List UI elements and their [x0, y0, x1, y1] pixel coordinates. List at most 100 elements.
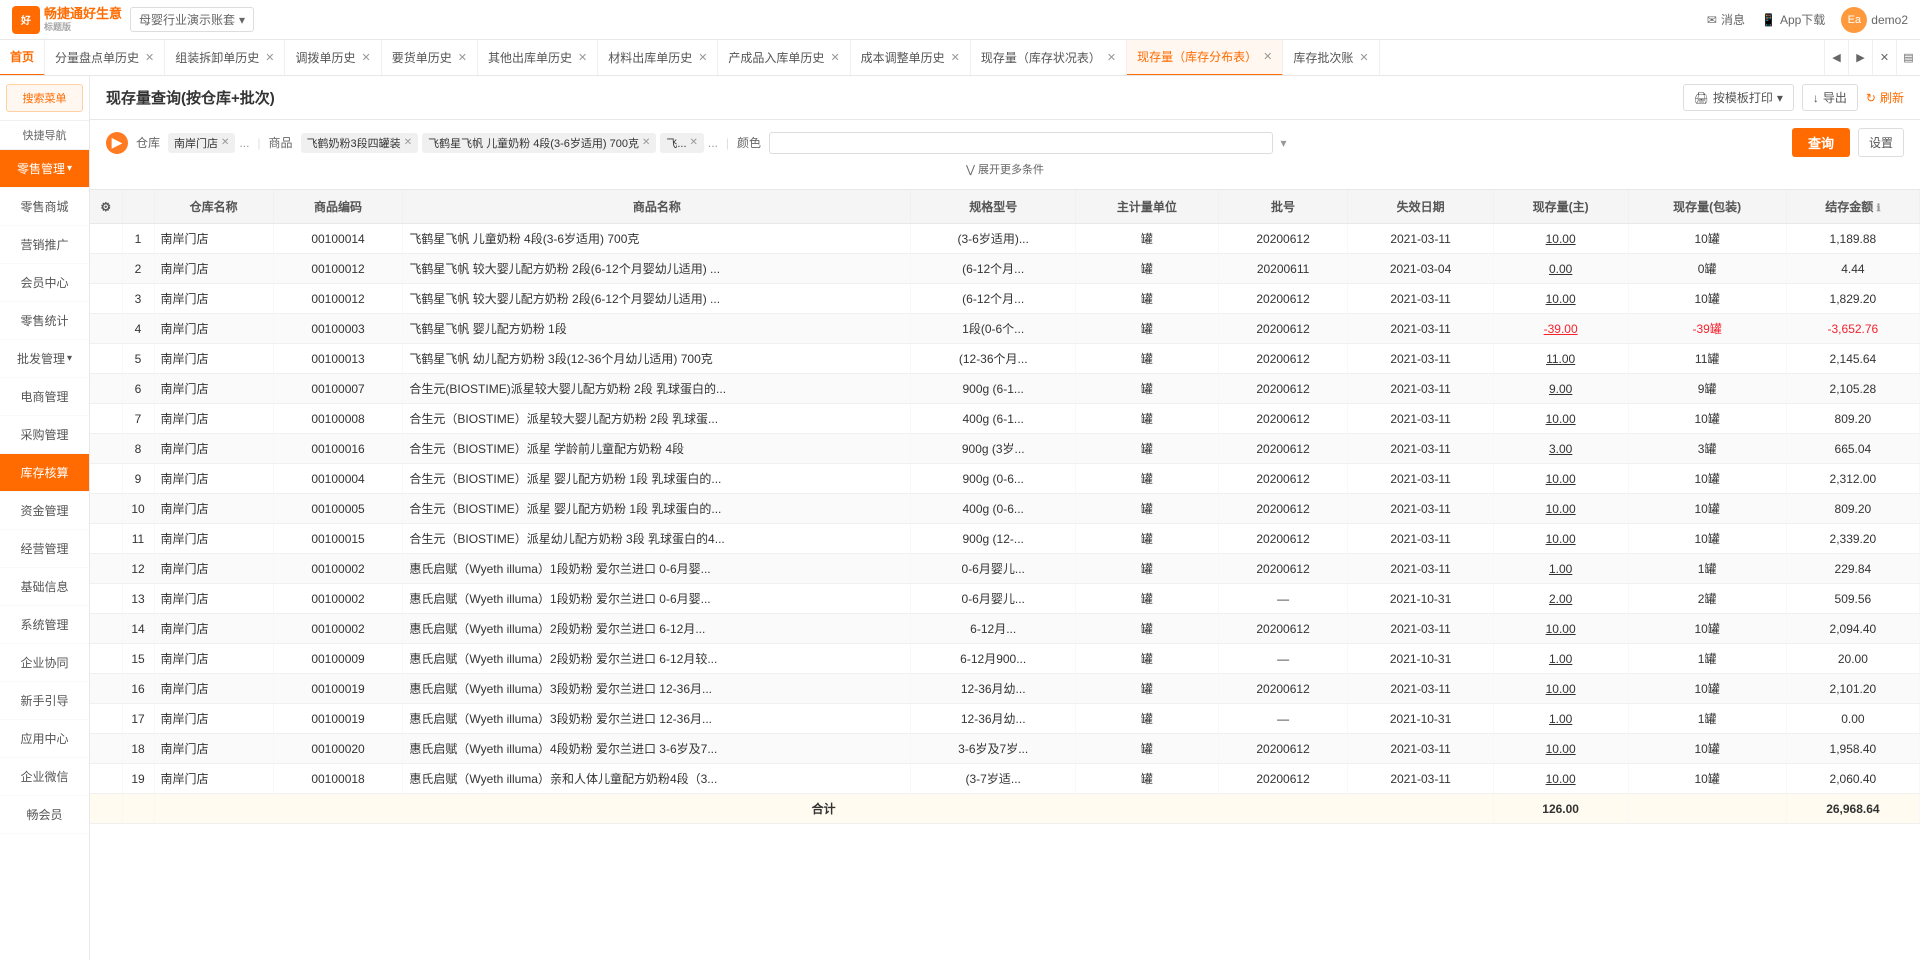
- close-icon[interactable]: ✕: [265, 51, 274, 64]
- chevron-down-icon: ▾: [239, 13, 245, 27]
- search-menu-button[interactable]: 搜索菜单: [6, 84, 83, 112]
- close-icon[interactable]: ✕: [951, 51, 960, 64]
- tab-qitachuku[interactable]: 其他出库单历史 ✕: [478, 40, 598, 76]
- sidebar-item-wholesale-mgmt[interactable]: 批发管理 ▾: [0, 340, 89, 378]
- sidebar-item-marketing[interactable]: 营销推广: [0, 226, 89, 264]
- refresh-button[interactable]: ↻ 刷新: [1866, 89, 1904, 106]
- filter-expand-button[interactable]: ▶: [106, 132, 128, 154]
- td-warehouse: 南岸门店: [154, 284, 273, 314]
- th-name: 商品名称: [403, 190, 911, 224]
- td-qty-main[interactable]: -39.00: [1493, 314, 1628, 344]
- quick-nav-button[interactable]: 快捷导航: [0, 121, 89, 150]
- tab-tiaobo[interactable]: 调拨单历史 ✕: [285, 40, 381, 76]
- sidebar-item-member-center[interactable]: 会员中心: [0, 264, 89, 302]
- td-name: 合生元（BIOSTIME）派星幼儿配方奶粉 3段 乳球蛋白的4...: [403, 524, 911, 554]
- app-download-button[interactable]: 📱 App下载: [1761, 11, 1825, 28]
- sidebar-item-inventory-audit[interactable]: 库存核算: [0, 454, 89, 492]
- table-row: 12 南岸门店 00100002 惠氏启赋（Wyeth illuma）1段奶粉 …: [90, 554, 1920, 584]
- table-row: 15 南岸门店 00100009 惠氏启赋（Wyeth illuma）2段奶粉 …: [90, 644, 1920, 674]
- settings-button[interactable]: 设置: [1858, 128, 1904, 157]
- table-row: 19 南岸门店 00100018 惠氏启赋（Wyeth illuma）亲和人体儿…: [90, 764, 1920, 794]
- td-qty-main: 1.00: [1493, 644, 1628, 674]
- sidebar-item-retail-shop[interactable]: 零售商城: [0, 188, 89, 226]
- tab-kucunpicizh[interactable]: 库存批次账 ✕: [1283, 40, 1379, 76]
- tab-fenliangpandian[interactable]: 分量盘点单历史 ✕: [45, 40, 165, 76]
- td-warehouse: 南岸门店: [154, 614, 273, 644]
- tab-close-arrow[interactable]: ✕: [1872, 40, 1896, 76]
- sidebar-item-system-mgmt[interactable]: 系统管理: [0, 606, 89, 644]
- td-spec: (3-7岁适...: [911, 764, 1076, 794]
- tab-cailiaochuku[interactable]: 材料出库单历史 ✕: [598, 40, 718, 76]
- tab-menu-arrow[interactable]: ▤: [1896, 40, 1920, 76]
- tab-next-arrow[interactable]: ▶: [1848, 40, 1872, 76]
- td-expiry: 2021-03-11: [1348, 494, 1493, 524]
- sidebar-item-newcomer-guide[interactable]: 新手引导: [0, 682, 89, 720]
- td-name: 飞鹤星飞帆 较大婴儿配方奶粉 2段(6-12个月婴幼儿适用) ...: [403, 254, 911, 284]
- tab-prev-arrow[interactable]: ◀: [1824, 40, 1848, 76]
- export-button[interactable]: ↓ 导出: [1802, 84, 1858, 111]
- warehouse-filter-label: 仓库: [136, 134, 160, 151]
- printer-icon: 🖨: [1694, 91, 1709, 105]
- tag-close-icon[interactable]: ✕: [404, 137, 412, 148]
- tab-zuzhangchaiqian[interactable]: 组装拆卸单历史 ✕: [165, 40, 285, 76]
- close-icon[interactable]: ✕: [1263, 50, 1272, 63]
- color-dropdown-arrow[interactable]: ▾: [1281, 136, 1287, 150]
- td-name: 惠氏启赋（Wyeth illuma）2段奶粉 爱尔兰进口 6-12月...: [403, 614, 911, 644]
- total-qty-main: 126.00: [1493, 794, 1628, 824]
- td-qty-pkg: 1罐: [1628, 644, 1786, 674]
- tab-chenbengtiaozhendan[interactable]: 成本调整单历史 ✕: [851, 40, 971, 76]
- td-warehouse: 南岸门店: [154, 764, 273, 794]
- td-warehouse: 南岸门店: [154, 554, 273, 584]
- close-icon[interactable]: ✕: [698, 51, 707, 64]
- close-icon[interactable]: ✕: [362, 51, 371, 64]
- goods-more-icon[interactable]: ...: [708, 136, 718, 150]
- sidebar-item-retail-mgmt[interactable]: 零售管理 ▾: [0, 150, 89, 188]
- sidebar-item-business-mgmt[interactable]: 经营管理: [0, 530, 89, 568]
- print-button[interactable]: 🖨 按模板打印 ▾: [1683, 84, 1794, 111]
- tab-home[interactable]: 首页: [0, 40, 45, 76]
- th-warehouse: 仓库名称: [154, 190, 273, 224]
- sidebar-item-enterprise-collab[interactable]: 企业协同: [0, 644, 89, 682]
- td-batch: 20200611: [1218, 254, 1348, 284]
- sidebar-item-enterprise-wechat[interactable]: 企业微信: [0, 758, 89, 796]
- account-dropdown[interactable]: 母婴行业演示账套 ▾: [130, 7, 254, 32]
- td-spec: 3-6岁及7岁...: [911, 734, 1076, 764]
- sidebar-item-retail-stats[interactable]: 零售统计: [0, 302, 89, 340]
- td-unit: 罐: [1076, 224, 1219, 254]
- tab-xiancunliang-dist[interactable]: 现存量（库存分布表） ✕: [1127, 40, 1283, 76]
- tab-chanchengpinruku[interactable]: 产成品入库单历史 ✕: [718, 40, 850, 76]
- total-balance: 26,968.64: [1786, 794, 1919, 824]
- expand-more-conditions[interactable]: ⋁ 展开更多条件: [106, 157, 1904, 181]
- sidebar-item-finance-mgmt[interactable]: 资金管理: [0, 492, 89, 530]
- td-name: 飞鹤星飞帆 婴儿配方奶粉 1段: [403, 314, 911, 344]
- sidebar-item-ecom-mgmt[interactable]: 电商管理: [0, 378, 89, 416]
- query-button[interactable]: 查询: [1792, 128, 1850, 157]
- close-icon[interactable]: ✕: [145, 51, 154, 64]
- close-icon[interactable]: ✕: [1359, 51, 1368, 64]
- tab-xiancunliang-status[interactable]: 现存量（库存状况表） ✕: [971, 40, 1127, 76]
- table-row: 7 南岸门店 00100008 合生元（BIOSTIME）派星较大婴儿配方奶粉 …: [90, 404, 1920, 434]
- close-icon[interactable]: ✕: [830, 51, 839, 64]
- td-setting: [90, 314, 122, 344]
- tag-close-icon[interactable]: ✕: [690, 137, 698, 148]
- sidebar-item-changhui-member[interactable]: 畅会员: [0, 796, 89, 834]
- close-icon[interactable]: ✕: [578, 51, 587, 64]
- sidebar-item-purchase-mgmt[interactable]: 采购管理: [0, 416, 89, 454]
- close-icon[interactable]: ✕: [458, 51, 467, 64]
- td-setting: [90, 284, 122, 314]
- td-expiry: 2021-03-04: [1348, 254, 1493, 284]
- warehouse-more-icon[interactable]: ...: [239, 136, 249, 150]
- tab-yaohuo[interactable]: 要货单历史 ✕: [382, 40, 478, 76]
- user-menu[interactable]: Ea demo2: [1841, 7, 1908, 33]
- message-button[interactable]: ✉ 消息: [1707, 11, 1745, 28]
- info-icon[interactable]: ℹ: [1877, 203, 1881, 214]
- tag-close-icon[interactable]: ✕: [642, 137, 650, 148]
- sidebar-item-app-center[interactable]: 应用中心: [0, 720, 89, 758]
- th-setting[interactable]: ⚙: [90, 190, 122, 224]
- color-filter-input[interactable]: [769, 132, 1272, 154]
- sidebar-item-basic-info[interactable]: 基础信息: [0, 568, 89, 606]
- warehouse-tags: 南岸门店 ✕ ...: [168, 133, 249, 153]
- td-expiry: 2021-03-11: [1348, 344, 1493, 374]
- close-icon[interactable]: ✕: [1107, 51, 1116, 64]
- tag-close-icon[interactable]: ✕: [221, 137, 229, 148]
